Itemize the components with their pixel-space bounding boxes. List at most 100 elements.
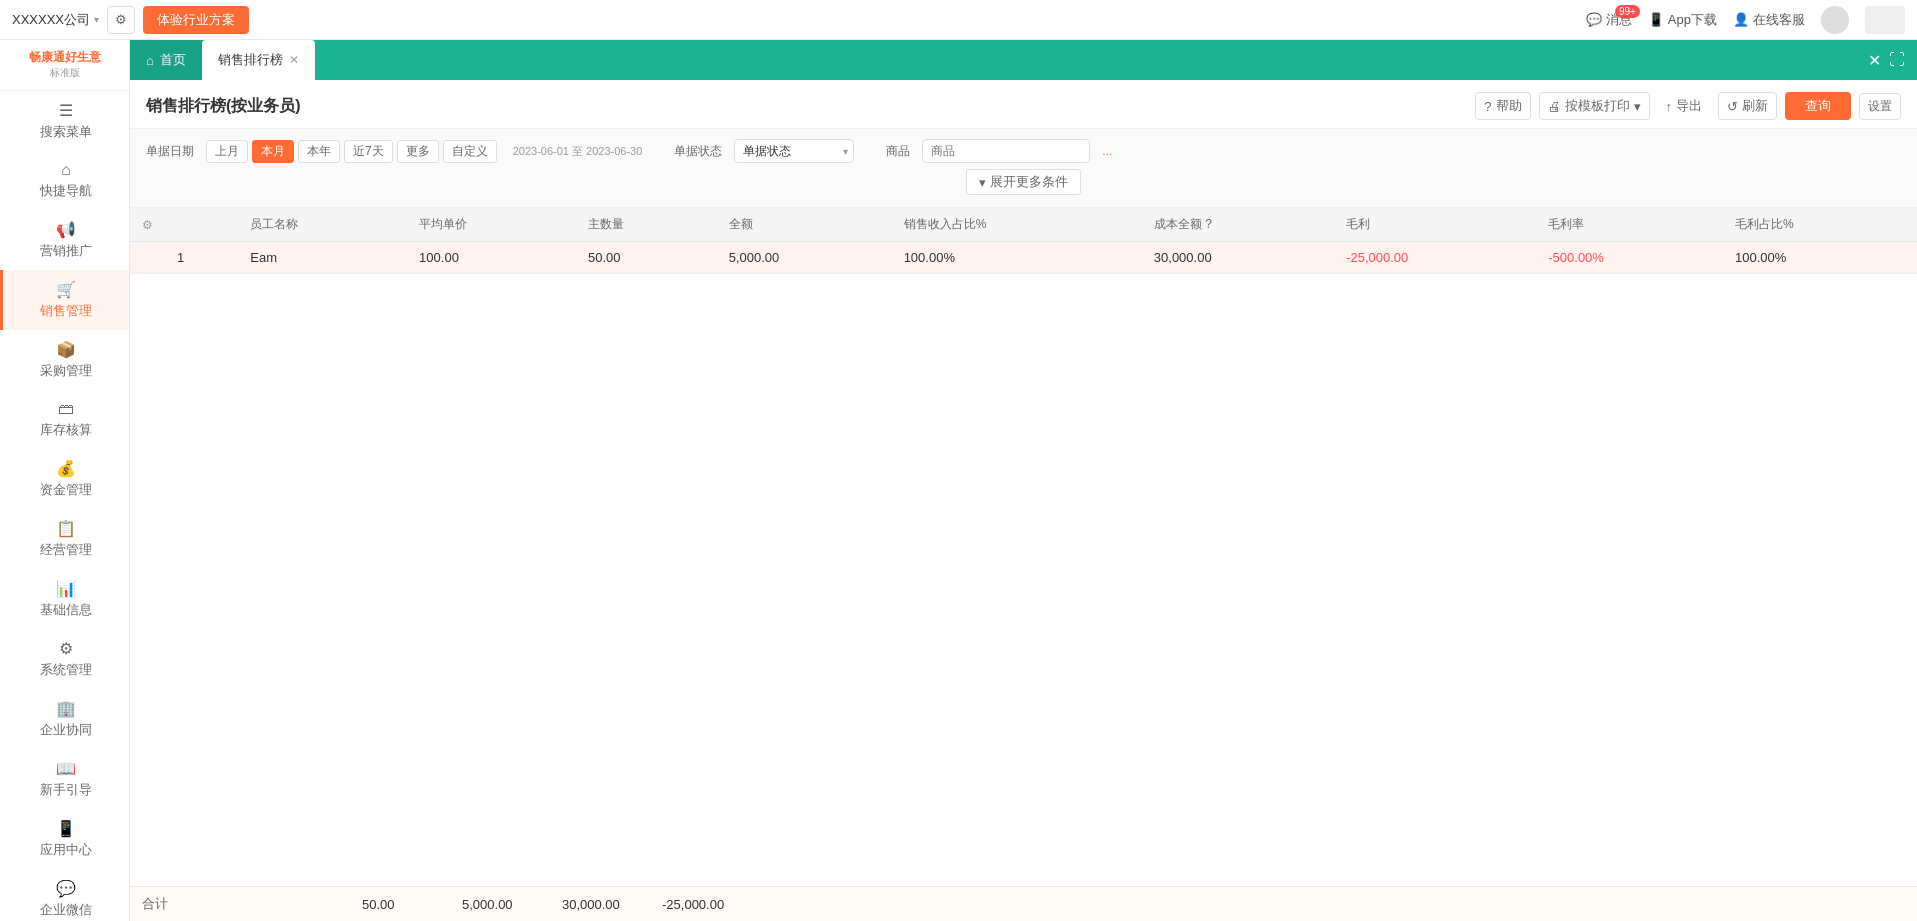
col-avg-price: 平均单价 bbox=[407, 208, 576, 242]
expand-icon: ▾ bbox=[979, 175, 986, 190]
sidebar-item-basic-info[interactable]: 📊 基础信息 bbox=[0, 569, 129, 629]
print-chevron-icon: ▾ bbox=[1634, 99, 1641, 114]
refresh-button[interactable]: ↺ 刷新 bbox=[1718, 92, 1777, 120]
sidebar-item-label: 经营管理 bbox=[40, 541, 92, 559]
col-sales-ratio: 销售收入占比% bbox=[892, 208, 1142, 242]
table-cell: 5,000.00 bbox=[717, 242, 892, 274]
export-button[interactable]: ↑ 导出 bbox=[1658, 93, 1711, 119]
page-content: 销售排行榜(按业务员) ? 帮助 🖨 按模板打印 ▾ ↑ 导出 bbox=[130, 80, 1917, 921]
user-name-display bbox=[1865, 6, 1905, 34]
help-label: 帮助 bbox=[1496, 97, 1522, 115]
expand-row: ▾ 展开更多条件 bbox=[146, 163, 1901, 197]
tab-controls: ✕ ⛶ bbox=[1868, 51, 1917, 70]
col-gross: 毛利 bbox=[1334, 208, 1536, 242]
date-btn-this-year[interactable]: 本年 bbox=[298, 140, 340, 163]
app-download-button[interactable]: 📱 App下载 bbox=[1648, 11, 1717, 29]
tab-bar: ⌂ 首页 销售排行榜 ✕ ✕ ⛶ bbox=[130, 40, 1917, 80]
company-name: XXXXXX公司 bbox=[12, 11, 90, 29]
footer-gross: -25,000.00 bbox=[662, 897, 742, 912]
sidebar-item-finance[interactable]: 💰 资金管理 bbox=[0, 449, 129, 509]
company-selector[interactable]: XXXXXX公司 ▾ bbox=[12, 11, 99, 29]
date-btn-this-month[interactable]: 本月 bbox=[252, 140, 294, 163]
tab-home[interactable]: ⌂ 首页 bbox=[130, 40, 202, 80]
date-btn-7days[interactable]: 近7天 bbox=[344, 140, 393, 163]
tab-close-all-icon[interactable]: ✕ bbox=[1868, 51, 1881, 70]
sidebar-item-label: 应用中心 bbox=[40, 841, 92, 859]
sidebar-item-guide[interactable]: 📖 新手引导 bbox=[0, 749, 129, 809]
sidebar-item-enterprise[interactable]: 🏢 企业协同 bbox=[0, 689, 129, 749]
tab-sales-ranking[interactable]: 销售排行榜 ✕ bbox=[202, 40, 315, 80]
table-header-row: ⚙ 员工名称 平均单价 主数量 全额 销售收入占比% 成本全额 ? 毛利 毛利率… bbox=[130, 208, 1917, 242]
tab-home-label: 首页 bbox=[160, 51, 186, 69]
sidebar-item-label: 快捷导航 bbox=[40, 182, 92, 200]
sales-icon: 🛒 bbox=[56, 280, 76, 299]
tab-close-icon[interactable]: ✕ bbox=[289, 53, 299, 67]
sidebar-item-label: 营销推广 bbox=[40, 242, 92, 260]
more-filters-button[interactable]: ... bbox=[1102, 144, 1112, 158]
goods-label: 商品 bbox=[886, 143, 910, 160]
help-button[interactable]: ? 帮助 bbox=[1475, 92, 1530, 120]
date-btn-last-month[interactable]: 上月 bbox=[206, 140, 248, 163]
status-select[interactable]: 单据状态 bbox=[734, 139, 854, 163]
sidebar-item-purchase[interactable]: 📦 采购管理 bbox=[0, 330, 129, 390]
online-service-label: 在线客服 bbox=[1753, 11, 1805, 29]
main-layout: 畅康通好生意 标准版 ☰ 搜索菜单 ⌂ 快捷导航 📢 营销推广 🛒 销售管理 📦… bbox=[0, 40, 1917, 921]
top-right-area: 💬 消息 99+ 📱 App下载 👤 在线客服 bbox=[1586, 6, 1905, 34]
sidebar-item-sales[interactable]: 🛒 销售管理 bbox=[0, 270, 129, 330]
avatar[interactable] bbox=[1821, 6, 1849, 34]
quick-nav-icon: ⌂ bbox=[61, 161, 71, 179]
sidebar-item-inventory[interactable]: 🗃 库存核算 bbox=[0, 390, 129, 449]
status-label: 单据状态 bbox=[674, 143, 722, 160]
print-template-button[interactable]: 🖨 按模板打印 ▾ bbox=[1539, 92, 1650, 120]
date-btn-custom[interactable]: 自定义 bbox=[443, 140, 497, 163]
date-range-display: 2023-06-01 至 2023-06-30 bbox=[513, 144, 643, 159]
date-btn-more[interactable]: 更多 bbox=[397, 140, 439, 163]
refresh-label: 刷新 bbox=[1742, 97, 1768, 115]
sidebar-item-system[interactable]: ⚙ 系统管理 bbox=[0, 629, 129, 689]
table-row: 1Eam100.0050.005,000.00100.00%30,000.00-… bbox=[130, 242, 1917, 274]
footer-main-qty: 50.00 bbox=[362, 897, 442, 912]
sidebar-item-label: 新手引导 bbox=[40, 781, 92, 799]
sidebar-item-search-order[interactable]: ☰ 搜索菜单 bbox=[0, 91, 129, 151]
online-service-icon: 👤 bbox=[1733, 12, 1749, 27]
top-bar: XXXXXX公司 ▾ ⚙ 体验行业方案 💬 消息 99+ 📱 App下载 👤 在… bbox=[0, 0, 1917, 40]
table-cell bbox=[130, 242, 165, 274]
wechat-icon: 💬 bbox=[56, 879, 76, 898]
col-gross-ratio: 毛利占比% bbox=[1723, 208, 1917, 242]
refresh-icon: ↺ bbox=[1727, 99, 1738, 114]
expand-conditions-button[interactable]: ▾ 展开更多条件 bbox=[966, 169, 1081, 195]
sidebar-item-quick-nav[interactable]: ⌂ 快捷导航 bbox=[0, 151, 129, 210]
col-settings[interactable]: ⚙ bbox=[130, 208, 165, 242]
expand-label: 展开更多条件 bbox=[990, 173, 1068, 191]
tab-sales-ranking-label: 销售排行榜 bbox=[218, 51, 283, 69]
help-icon: ? bbox=[1484, 99, 1491, 114]
sidebar-item-label: 销售管理 bbox=[40, 302, 92, 320]
logo-line2: 标准版 bbox=[50, 66, 80, 80]
goods-input[interactable] bbox=[922, 139, 1090, 163]
enterprise-icon: 🏢 bbox=[56, 699, 76, 718]
sidebar-item-operations[interactable]: 📋 经营管理 bbox=[0, 509, 129, 569]
footer-cost: 30,000.00 bbox=[562, 897, 642, 912]
date-buttons: 上月 本月 本年 近7天 更多 自定义 bbox=[206, 140, 497, 163]
sidebar-item-app-center[interactable]: 📱 应用中心 bbox=[0, 809, 129, 869]
sidebar-item-label: 采购管理 bbox=[40, 362, 92, 380]
export-label: 导出 bbox=[1676, 97, 1702, 115]
logo-line1: 畅康通好生意 bbox=[29, 50, 101, 66]
sidebar-item-label: 基础信息 bbox=[40, 601, 92, 619]
query-button[interactable]: 查询 bbox=[1785, 92, 1851, 120]
footer-total: 5,000.00 bbox=[462, 897, 542, 912]
sidebar-item-marketing[interactable]: 📢 营销推广 bbox=[0, 210, 129, 270]
app-download-icon: 📱 bbox=[1648, 12, 1664, 27]
basic-info-icon: 📊 bbox=[56, 579, 76, 598]
message-button[interactable]: 💬 消息 99+ bbox=[1586, 11, 1632, 29]
page-header: 销售排行榜(按业务员) ? 帮助 🖨 按模板打印 ▾ ↑ 导出 bbox=[130, 80, 1917, 129]
trial-button[interactable]: 体验行业方案 bbox=[143, 6, 249, 34]
online-service-button[interactable]: 👤 在线客服 bbox=[1733, 11, 1805, 29]
col-total: 全额 bbox=[717, 208, 892, 242]
sidebar-item-wechat[interactable]: 💬 企业微信 bbox=[0, 869, 129, 921]
table-cell: 50.00 bbox=[576, 242, 717, 274]
settings-icon[interactable]: ⚙ bbox=[107, 6, 135, 34]
settings-page-button[interactable]: 设置 bbox=[1859, 93, 1901, 120]
purchase-icon: 📦 bbox=[56, 340, 76, 359]
tab-maximize-icon[interactable]: ⛶ bbox=[1889, 51, 1905, 69]
